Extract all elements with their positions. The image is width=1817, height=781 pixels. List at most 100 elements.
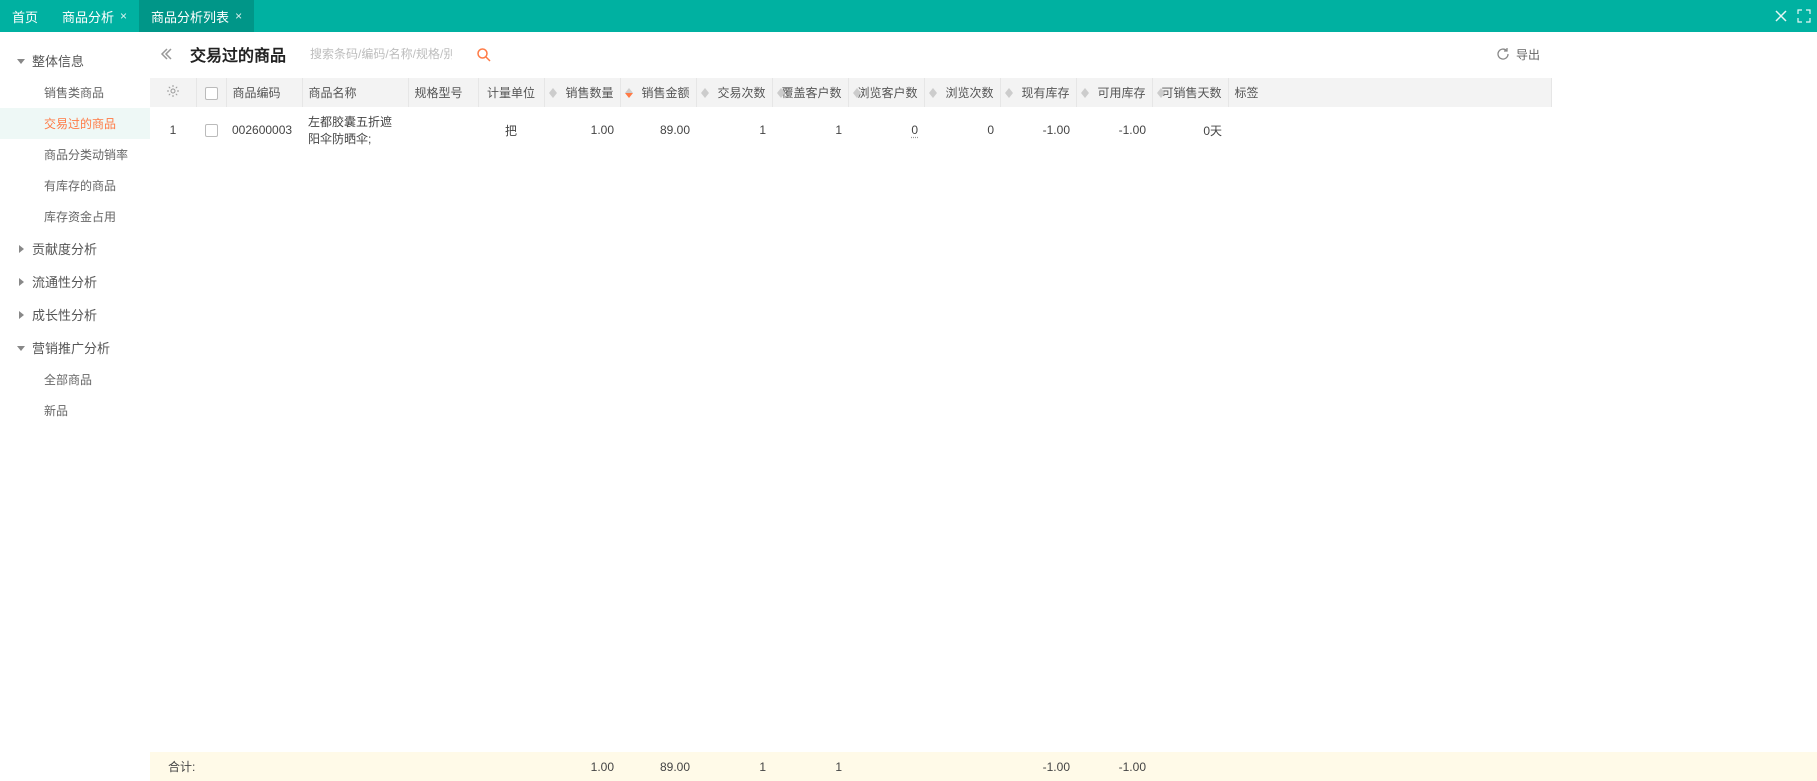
footer-viewers [848, 752, 924, 781]
col-label: 现有库存 [1021, 86, 1069, 100]
footer-trades: 1 [696, 752, 772, 781]
table-footer: 合计: 1.00 89.00 1 1 -1.00 -1.00 [150, 752, 1817, 781]
col-avail[interactable]: 可用库存 [1076, 78, 1152, 107]
tab-bar: 首页 商品分析 × 商品分析列表 × [0, 0, 1817, 32]
col-checkbox[interactable] [196, 78, 226, 107]
col-unit[interactable]: 计量单位 [478, 78, 544, 107]
table-row[interactable]: 1 002600003 左都胶囊五折遮阳伞防晒伞; 把 1.00 89.00 1… [150, 107, 1552, 153]
col-label: 可销售天数 [1161, 86, 1221, 100]
nav-group-growth: 成长性分析 [0, 298, 150, 331]
nav-group-title[interactable]: 流通性分析 [0, 265, 150, 298]
chevron-down-icon [16, 343, 26, 353]
tab-product-analysis-list[interactable]: 商品分析列表 × [139, 0, 254, 32]
cell-rowno: 1 [150, 107, 196, 153]
page-title: 交易过的商品 [190, 42, 286, 66]
table-wrap: 商品编码 商品名称 规格型号 计量单位 销售数量 销售金额 交易次数 覆盖客户数… [150, 78, 1552, 781]
nav-group-liquidity: 流通性分析 [0, 265, 150, 298]
collapse-sidebar-icon[interactable] [156, 47, 176, 62]
sidebar-item-stock-capital[interactable]: 库存资金占用 [0, 201, 150, 232]
nav-group-overview: 整体信息 销售类商品 交易过的商品 商品分类动销率 有库存的商品 库存资金占用 [0, 44, 150, 232]
tab-product-analysis[interactable]: 商品分析 × [50, 0, 139, 32]
col-qty[interactable]: 销售数量 [544, 78, 620, 107]
col-stock[interactable]: 现有库存 [1000, 78, 1076, 107]
col-spec[interactable]: 规格型号 [408, 78, 478, 107]
col-trades[interactable]: 交易次数 [696, 78, 772, 107]
search-wrap [306, 43, 491, 66]
table-body: 1 002600003 左都胶囊五折遮阳伞防晒伞; 把 1.00 89.00 1… [150, 107, 1552, 153]
sidebar-item-sales-products[interactable]: 销售类商品 [0, 77, 150, 108]
sidebar-item-all-products[interactable]: 全部商品 [0, 364, 150, 395]
nav-group-contribution: 贡献度分析 [0, 232, 150, 265]
sidebar-item-instock-products[interactable]: 有库存的商品 [0, 170, 150, 201]
sort-icon [1081, 88, 1089, 98]
col-code[interactable]: 商品编码 [226, 78, 302, 107]
nav-group-label: 成长性分析 [32, 305, 97, 324]
gear-icon [166, 84, 180, 98]
footer-views [924, 752, 1000, 781]
nav-group-title[interactable]: 整体信息 [0, 44, 150, 77]
cell-name: 左都胶囊五折遮阳伞防晒伞; [302, 107, 408, 153]
col-viewers[interactable]: 浏览客户数 [848, 78, 924, 107]
col-tags[interactable]: 标签 [1228, 78, 1552, 107]
cell-viewers[interactable]: 0 [848, 107, 924, 153]
sort-icon [1005, 88, 1013, 98]
tab-label: 商品分析 [62, 7, 114, 26]
col-settings[interactable] [150, 78, 196, 107]
fullscreen-icon[interactable] [1797, 9, 1811, 23]
sort-icon [853, 88, 861, 98]
cell-customers: 1 [772, 107, 848, 153]
sidebar-item-traded-products[interactable]: 交易过的商品 [0, 108, 150, 139]
sort-icon [777, 88, 785, 98]
tab-label: 首页 [12, 7, 38, 26]
col-customers[interactable]: 覆盖客户数 [772, 78, 848, 107]
sort-icon [549, 88, 557, 98]
col-label: 浏览次数 [945, 86, 993, 100]
close-icon[interactable]: × [235, 9, 242, 23]
col-label: 可用库存 [1097, 86, 1145, 100]
nav-group-title[interactable]: 贡献度分析 [0, 232, 150, 265]
main-content: 交易过的商品 导出 商品编码 商品 [150, 32, 1552, 781]
sort-icon [625, 88, 633, 98]
col-amount[interactable]: 销售金额 [620, 78, 696, 107]
close-icon[interactable]: × [120, 9, 127, 23]
page-header: 交易过的商品 导出 [150, 32, 1552, 78]
checkbox[interactable] [205, 124, 218, 137]
nav-group-label: 流通性分析 [32, 272, 97, 291]
export-label: 导出 [1516, 46, 1540, 63]
chevron-right-icon [16, 310, 26, 320]
data-table: 商品编码 商品名称 规格型号 计量单位 销售数量 销售金额 交易次数 覆盖客户数… [150, 78, 1552, 153]
footer-amount: 89.00 [620, 752, 696, 781]
nav-group-title[interactable]: 成长性分析 [0, 298, 150, 331]
col-label: 覆盖客户数 [781, 86, 841, 100]
cell-spec [408, 107, 478, 153]
col-name[interactable]: 商品名称 [302, 78, 408, 107]
search-icon[interactable] [476, 47, 491, 62]
footer-days [1152, 752, 1228, 781]
nav-group-marketing: 营销推广分析 全部商品 新品 [0, 331, 150, 426]
col-days[interactable]: 可销售天数 [1152, 78, 1228, 107]
export-button[interactable]: 导出 [1496, 46, 1540, 63]
nav-group-label: 贡献度分析 [32, 239, 97, 258]
cell-stock: -1.00 [1000, 107, 1076, 153]
tab-label: 商品分析列表 [151, 7, 229, 26]
sidebar-item-category-rate[interactable]: 商品分类动销率 [0, 139, 150, 170]
nav-group-title[interactable]: 营销推广分析 [0, 331, 150, 364]
tab-home[interactable]: 首页 [0, 0, 50, 32]
cell-avail: -1.00 [1076, 107, 1152, 153]
cell-amount: 89.00 [620, 107, 696, 153]
sidebar: 整体信息 销售类商品 交易过的商品 商品分类动销率 有库存的商品 库存资金占用 … [0, 32, 150, 781]
search-input[interactable] [306, 43, 476, 66]
footer-qty: 1.00 [544, 752, 620, 781]
checkbox[interactable] [205, 87, 218, 100]
nav-group-label: 营销推广分析 [32, 338, 110, 357]
footer-stock: -1.00 [1000, 752, 1076, 781]
cell-views: 0 [924, 107, 1000, 153]
cell-checkbox[interactable] [196, 107, 226, 153]
cell-trades: 1 [696, 107, 772, 153]
sidebar-item-new-products[interactable]: 新品 [0, 395, 150, 426]
cell-days: 0天 [1152, 107, 1228, 153]
close-all-icon[interactable] [1775, 10, 1787, 22]
viewers-link[interactable]: 0 [911, 123, 918, 137]
col-views[interactable]: 浏览次数 [924, 78, 1000, 107]
footer-customers: 1 [772, 752, 848, 781]
